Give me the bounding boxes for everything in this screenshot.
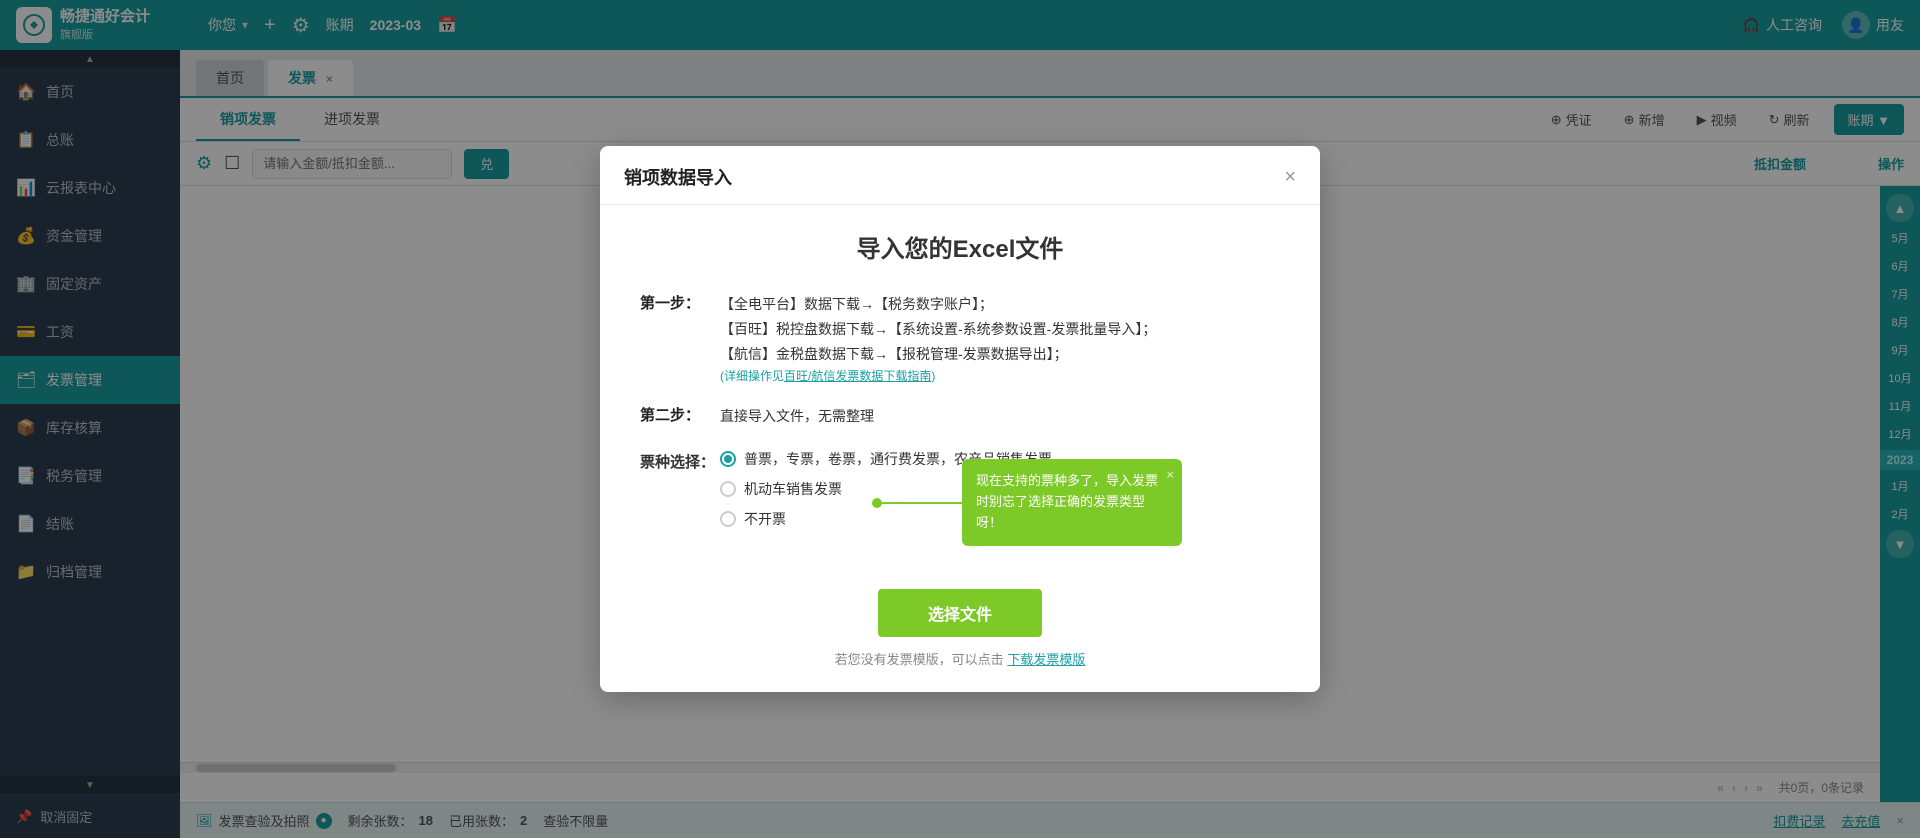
- radio-group: 普票，专票，卷票，通行费发票，农产品销售发票 机动车销售发票 不开票: [720, 449, 1052, 529]
- radio-circle-2: [720, 511, 736, 527]
- step1-content: 【全电平台】数据下载→【税务数字账户】； 【百旺】税控盘数据下载→【系统设置-系…: [720, 292, 1156, 368]
- download-template-row: 若您没有发票模版，可以点击 下载发票模版: [835, 649, 1086, 668]
- guide-link[interactable]: 百旺/航信发票数据下载指南: [784, 369, 931, 383]
- step2-label: 第二步：: [640, 407, 700, 424]
- step2-content: 直接导入文件，无需整理: [720, 404, 874, 429]
- tooltip-dot: [872, 498, 882, 508]
- radio-section: 票种选择： 普票，专票，卷票，通行费发票，农产品销售发票 机动车销售发票: [640, 449, 1280, 529]
- radio-label: 票种选择：: [640, 449, 720, 472]
- modal-big-title: 导入您的Excel文件: [640, 229, 1280, 264]
- modal-body: 导入您的Excel文件 第一步： 【全电平台】数据下载→【税务数字账户】； 【百…: [600, 205, 1320, 574]
- modal-close-button[interactable]: ×: [1284, 167, 1296, 187]
- radio-circle-0: [720, 451, 736, 467]
- select-file-button[interactable]: 选择文件: [878, 589, 1042, 637]
- radio-dot-0: [724, 455, 732, 463]
- modal-footer: 选择文件 若您没有发票模版，可以点击 下载发票模版: [600, 573, 1320, 692]
- modal-overlay: 销项数据导入 × 导入您的Excel文件 第一步： 【全电平台】数据下载→【税务…: [0, 0, 1920, 838]
- modal-header: 销项数据导入 ×: [600, 146, 1320, 205]
- radio-label-2: 不开票: [744, 509, 786, 529]
- download-template-link[interactable]: 下载发票模版: [1007, 652, 1085, 667]
- tooltip-line: [882, 502, 962, 504]
- import-modal: 销项数据导入 × 导入您的Excel文件 第一步： 【全电平台】数据下载→【税务…: [600, 146, 1320, 693]
- step1-note: (详细操作见百旺/航信发票数据下载指南): [720, 367, 1280, 384]
- tooltip-close-icon[interactable]: ×: [1166, 465, 1174, 486]
- modal-title: 销项数据导入: [624, 164, 732, 190]
- step1-label: 第一步：: [640, 295, 700, 312]
- tooltip-popup: 现在支持的票种多了，导入发票时别忘了选择正确的发票类型呀！ ×: [962, 459, 1182, 545]
- step1-section: 第一步： 【全电平台】数据下载→【税务数字账户】； 【百旺】税控盘数据下载→【系…: [640, 292, 1280, 385]
- radio-label-1: 机动车销售发票: [744, 479, 842, 499]
- radio-circle-1: [720, 481, 736, 497]
- step2-section: 第二步： 直接导入文件，无需整理: [640, 404, 1280, 429]
